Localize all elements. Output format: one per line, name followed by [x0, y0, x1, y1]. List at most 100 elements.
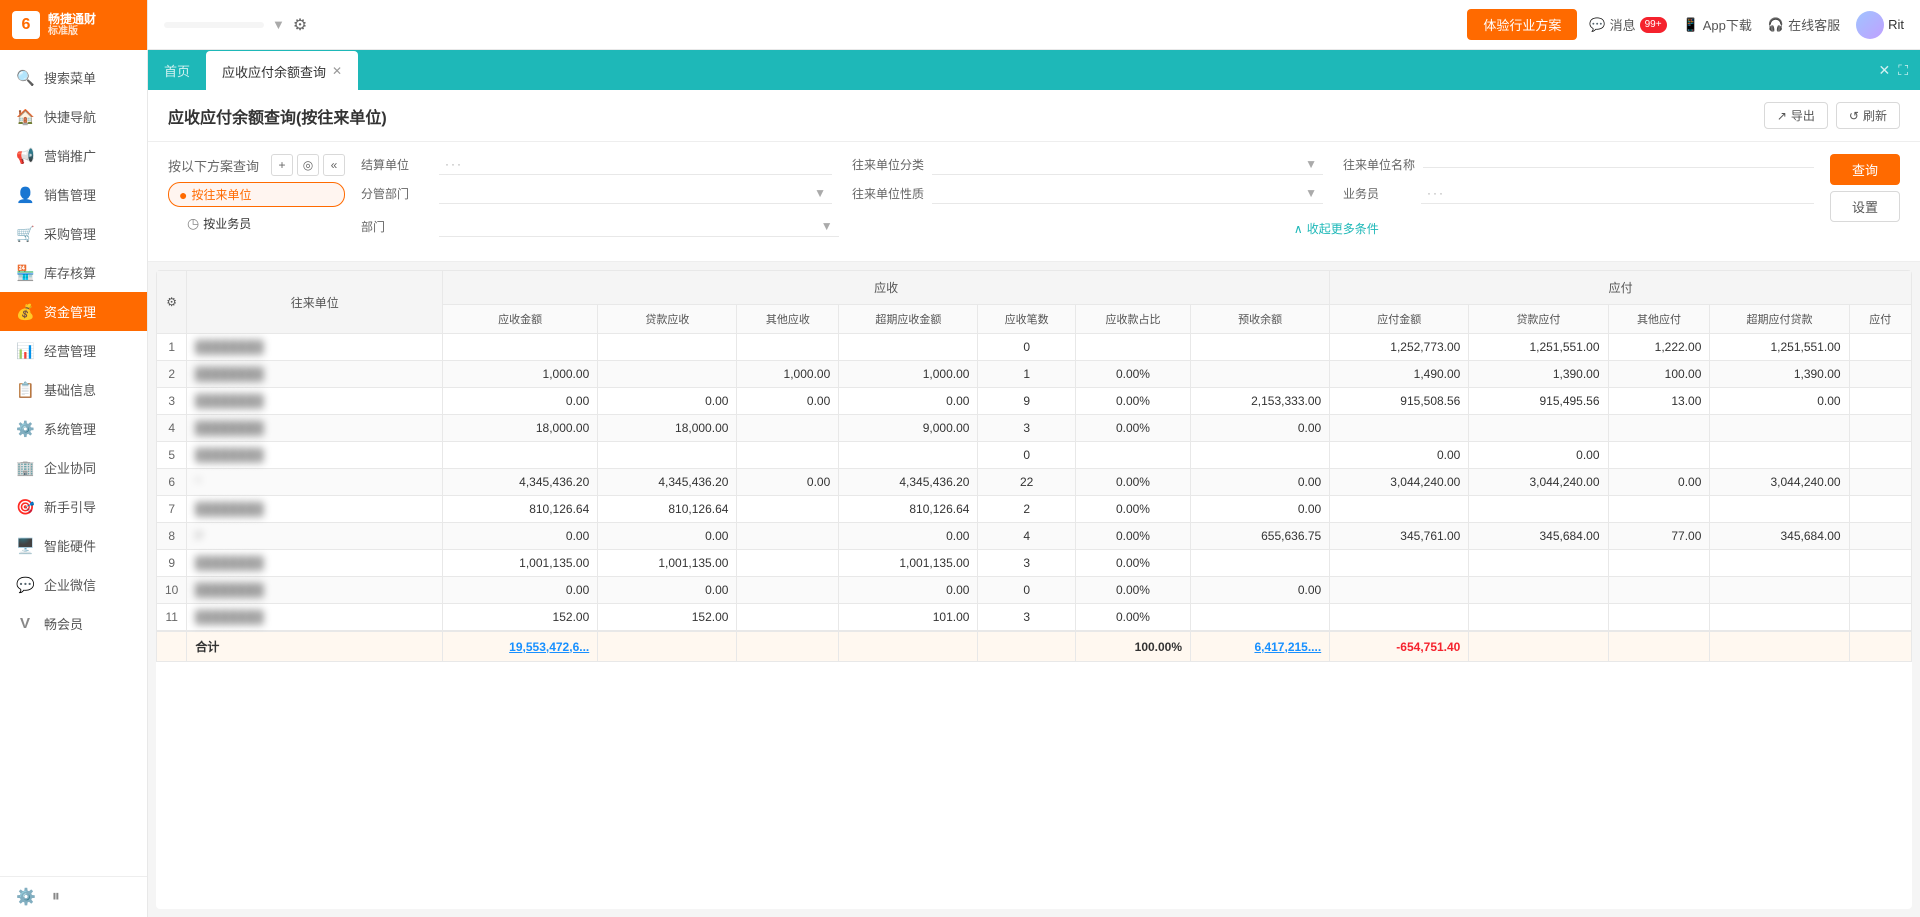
table-settings-icon[interactable]: ⚙ — [166, 295, 177, 309]
row-ap-amount-10 — [1330, 577, 1469, 604]
footer-label: 合计 — [187, 631, 443, 662]
breadcrumb-arrow[interactable]: ▼ — [272, 17, 285, 32]
col-group-ap: 应付 — [1330, 271, 1912, 305]
breadcrumb-input[interactable] — [164, 22, 264, 28]
sidebar-item-hardware[interactable]: 🖥️ 智能硬件 — [0, 526, 147, 565]
row-ar-ratio-8: 0.00% — [1075, 523, 1190, 550]
sidebar-item-enterprise[interactable]: 🏢 企业协同 — [0, 448, 147, 487]
filter-input-dept2[interactable]: ▼ — [439, 216, 839, 237]
sidebar-item-wechat[interactable]: 💬 企业微信 — [0, 565, 147, 604]
sidebar-item-hardware-label: 智能硬件 — [44, 536, 96, 555]
row-ap-other-6: 0.00 — [1608, 469, 1710, 496]
sidebar-item-search-label: 搜索菜单 — [44, 68, 96, 87]
tab-home[interactable]: 首页 — [148, 50, 206, 90]
promo-button[interactable]: 体验行业方案 — [1467, 9, 1577, 40]
filter-label-salesperson: 业务员 — [1343, 185, 1413, 202]
row-num-3: 3 — [157, 388, 187, 415]
logo-icon: 6 — [12, 11, 40, 39]
sidebar-item-inventory[interactable]: 🏪 库存核算 — [0, 253, 147, 292]
sidebar-item-sales[interactable]: 👤 销售管理 — [0, 175, 147, 214]
refresh-button[interactable]: ↺ 刷新 — [1836, 102, 1900, 129]
row-ap-amount-4 — [1330, 415, 1469, 442]
table-row: 11 ████████ 152.00 152.00 101.00 3 0.00% — [157, 604, 1912, 632]
row-ar-overdue-1 — [839, 334, 978, 361]
row-ap-overdue-2: 1,390.00 — [1710, 361, 1849, 388]
row-ar-count-1: 0 — [978, 334, 1076, 361]
settings-query-button[interactable]: 设置 — [1830, 191, 1900, 222]
more-filter-btn[interactable]: « — [323, 154, 345, 176]
scheme-icon-salesperson: ◷ — [187, 215, 199, 232]
tab-close-icon[interactable]: ✕ — [332, 64, 342, 78]
table-row: 4 ████████ 18,000.00 18,000.00 9,000.00 … — [157, 415, 1912, 442]
filter-input-settlement[interactable]: ··· — [439, 154, 832, 175]
filter-scheme-by-salesperson[interactable]: ◷ 按业务员 — [176, 211, 345, 236]
page-title: 应收应付余额查询(按往来单位) — [168, 104, 1764, 128]
filter-input-partner-name[interactable] — [1423, 161, 1814, 168]
sidebar-item-purchase[interactable]: 🛒 采购管理 — [0, 214, 147, 253]
row-partner-1: ████████ — [187, 334, 443, 361]
row-ap-extra-5 — [1849, 442, 1911, 469]
collapse-footer-icon[interactable]: ⏸ — [52, 888, 60, 906]
filter-input-partner-category[interactable]: ▼ — [932, 154, 1323, 175]
header-gear-icon[interactable]: ⚙ — [293, 15, 307, 35]
row-ap-amount-7 — [1330, 496, 1469, 523]
online-service-item[interactable]: 🎧 在线客服 — [1768, 15, 1840, 34]
row-ap-extra-11 — [1849, 604, 1911, 632]
sidebar-item-vip[interactable]: V 畅会员 — [0, 604, 147, 643]
top-header: ▼ ⚙ 体验行业方案 💬 消息 99+ 📱 App下载 🎧 在线客服 Rit — [148, 0, 1920, 50]
query-button[interactable]: 查询 — [1830, 154, 1900, 185]
row-ar-amount-10: 0.00 — [443, 577, 598, 604]
sidebar-item-inventory-label: 库存核算 — [44, 263, 96, 282]
footer-empty — [157, 631, 187, 662]
footer-ar-prepaid[interactable]: 6,417,215.... — [1191, 631, 1330, 662]
sidebar-item-system[interactable]: ⚙️ 系统管理 — [0, 409, 147, 448]
table-row: 6 ^ 4,345,436.20 4,345,436.20 0.00 4,345… — [157, 469, 1912, 496]
footer-ar-total[interactable]: 19,553,472,6... — [443, 631, 598, 662]
app-download-item[interactable]: 📱 App下载 — [1683, 15, 1752, 34]
sidebar-item-finance[interactable]: 💰 资金管理 — [0, 292, 147, 331]
message-icon: 💬 — [1589, 17, 1605, 33]
col-partner-header: 往来单位 — [187, 271, 443, 334]
edit-filter-btn[interactable]: ◎ — [297, 154, 319, 176]
row-ar-other-7 — [737, 496, 839, 523]
collapse-icon: ∧ — [1294, 222, 1303, 236]
tab-expand-icon[interactable]: ⛶ — [1898, 62, 1908, 79]
row-num-5: 5 — [157, 442, 187, 469]
sidebar-item-basic[interactable]: 📋 基础信息 — [0, 370, 147, 409]
row-ar-amount-7: 810,126.64 — [443, 496, 598, 523]
row-ar-prepaid-4: 0.00 — [1191, 415, 1330, 442]
col-ar-ratio: 应收款占比 — [1075, 305, 1190, 334]
sidebar-item-finance-label: 资金管理 — [44, 302, 96, 321]
add-filter-btn[interactable]: + — [271, 154, 293, 176]
filter-input-salesperson[interactable]: ··· — [1421, 183, 1814, 204]
table-settings-header[interactable]: ⚙ — [157, 271, 187, 334]
col-ap-extra: 应付 — [1849, 305, 1911, 334]
row-ap-overdue-8: 345,684.00 — [1710, 523, 1849, 550]
row-ap-overdue-9 — [1710, 550, 1849, 577]
collapse-button[interactable]: ∧ 收起更多条件 — [1282, 216, 1391, 241]
sidebar-item-operations-label: 经营管理 — [44, 341, 96, 360]
filter-area: 按以下方案查询 + ◎ « ● 按往来单位 ◷ 按业务员 — [148, 142, 1920, 262]
row-num-4: 4 — [157, 415, 187, 442]
sidebar-item-operations[interactable]: 📊 经营管理 — [0, 331, 147, 370]
sidebar-item-marketing[interactable]: 📢 营销推广 — [0, 136, 147, 175]
row-ar-overdue-8: 0.00 — [839, 523, 978, 550]
row-partner-9: ████████ — [187, 550, 443, 577]
user-info[interactable]: Rit — [1856, 11, 1904, 39]
filter-input-department[interactable]: ▼ — [439, 183, 832, 204]
col-ap-other: 其他应付 — [1608, 305, 1710, 334]
sidebar-item-quicknav[interactable]: 🏠 快捷导航 — [0, 97, 147, 136]
sidebar-item-guide[interactable]: 🎯 新手引导 — [0, 487, 147, 526]
sidebar-item-basic-label: 基础信息 — [44, 380, 96, 399]
tab-ar-ap[interactable]: 应收应付余额查询 ✕ — [206, 51, 358, 91]
export-button[interactable]: ↗ 导出 — [1764, 102, 1828, 129]
row-ar-count-5: 0 — [978, 442, 1076, 469]
tab-close-all-icon[interactable]: ✕ — [1878, 62, 1890, 79]
sidebar-item-search[interactable]: 🔍 搜索菜单 — [0, 58, 147, 97]
filter-scheme-by-partner[interactable]: ● 按往来单位 — [168, 182, 345, 207]
settings-footer-icon[interactable]: ⚙️ — [16, 887, 36, 907]
filter-input-partner-nature[interactable]: ▼ — [932, 183, 1323, 204]
sidebar-footer: ⚙️ ⏸ — [0, 876, 147, 917]
message-item[interactable]: 💬 消息 99+ — [1589, 15, 1666, 34]
filter-label-partner-category: 往来单位分类 — [852, 156, 924, 173]
